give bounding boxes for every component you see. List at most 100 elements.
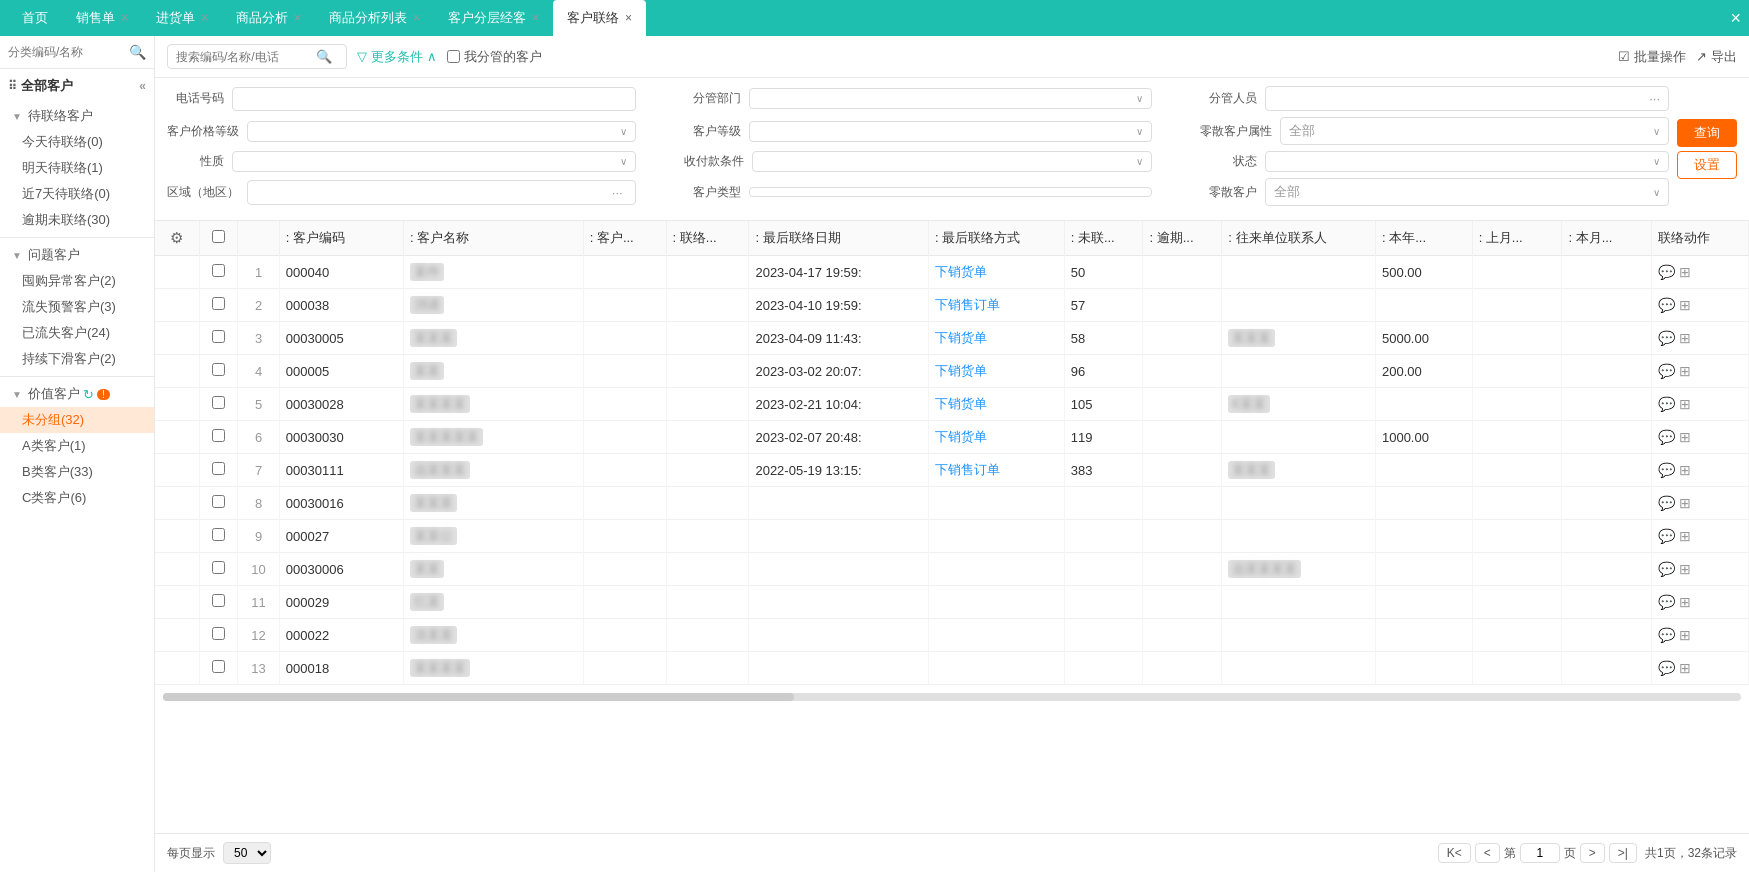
- phone-input[interactable]: [232, 87, 636, 111]
- close-product-analysis[interactable]: ×: [294, 11, 301, 25]
- sidebar-item-abnormal[interactable]: 囤购异常客户(2): [0, 268, 154, 294]
- dept-select[interactable]: ∨: [749, 88, 1153, 109]
- settings-icon[interactable]: ⚙: [170, 229, 183, 246]
- query-button[interactable]: 查询: [1677, 119, 1737, 147]
- tab-product-analysis-list[interactable]: 商品分析列表 ×: [315, 0, 434, 36]
- col-customer-type[interactable]: : 客户...: [583, 221, 666, 256]
- tab-sales-order[interactable]: 销售单 ×: [62, 0, 142, 36]
- status-select[interactable]: ∨: [1265, 151, 1669, 172]
- chat-icon[interactable]: 💬: [1658, 363, 1675, 379]
- tab-home[interactable]: 首页: [8, 0, 62, 36]
- manager-select[interactable]: ···: [1265, 86, 1669, 111]
- problem-customers-header[interactable]: ▼ 问题客户: [0, 242, 154, 268]
- chat-icon[interactable]: 💬: [1658, 495, 1675, 511]
- sidebar-search-input[interactable]: [8, 45, 129, 59]
- col-company-contact[interactable]: : 往来单位联系人: [1222, 221, 1376, 256]
- first-page-btn[interactable]: K<: [1438, 843, 1471, 863]
- sidebar-item-ungroup[interactable]: 未分组(32): [0, 407, 154, 433]
- grid-action-icon[interactable]: ⊞: [1679, 297, 1691, 313]
- payment-select[interactable]: ∨: [752, 151, 1153, 172]
- tab-purchase-order[interactable]: 进货单 ×: [142, 0, 222, 36]
- gender-select[interactable]: ∨: [232, 151, 636, 172]
- chat-icon[interactable]: 💬: [1658, 660, 1675, 676]
- row-checkbox[interactable]: [199, 454, 238, 487]
- col-overdue[interactable]: : 逾期...: [1143, 221, 1222, 256]
- row-checkbox[interactable]: [199, 256, 238, 289]
- tab-customer-segment[interactable]: 客户分层经客 ×: [434, 0, 553, 36]
- grid-action-icon[interactable]: ⊞: [1679, 462, 1691, 478]
- search-input[interactable]: [176, 50, 316, 64]
- next-page-btn[interactable]: >: [1580, 843, 1605, 863]
- sidebar-item-today[interactable]: 今天待联络(0): [0, 129, 154, 155]
- my-customers-check[interactable]: [447, 50, 460, 63]
- close-purchase-order[interactable]: ×: [201, 11, 208, 25]
- grid-action-icon[interactable]: ⊞: [1679, 429, 1691, 445]
- grid-action-icon[interactable]: ⊞: [1679, 627, 1691, 643]
- row-checkbox[interactable]: [199, 388, 238, 421]
- chat-icon[interactable]: 💬: [1658, 528, 1675, 544]
- col-last-method[interactable]: : 最后联络方式: [928, 221, 1064, 256]
- region-select[interactable]: ···: [247, 180, 636, 205]
- sidebar-item-churn-warning[interactable]: 流失预警客户(3): [0, 294, 154, 320]
- select-all-checkbox[interactable]: [212, 230, 225, 243]
- grid-action-icon[interactable]: ⊞: [1679, 363, 1691, 379]
- last-method-link[interactable]: 下销售订单: [935, 297, 1000, 312]
- grid-action-icon[interactable]: ⊞: [1679, 264, 1691, 280]
- prev-page-btn[interactable]: <: [1475, 843, 1500, 863]
- chat-icon[interactable]: 💬: [1658, 264, 1675, 280]
- grid-action-icon[interactable]: ⊞: [1679, 561, 1691, 577]
- col-contact[interactable]: : 联络...: [666, 221, 749, 256]
- close-sales-order[interactable]: ×: [121, 11, 128, 25]
- customer-level-select[interactable]: ∨: [749, 121, 1153, 142]
- all-customers-header[interactable]: ⠿ 全部客户 «: [0, 69, 154, 103]
- chat-icon[interactable]: 💬: [1658, 297, 1675, 313]
- sidebar-item-overdue[interactable]: 逾期未联络(30): [0, 207, 154, 233]
- tab-product-analysis[interactable]: 商品分析 ×: [222, 0, 315, 36]
- row-checkbox[interactable]: [199, 487, 238, 520]
- chat-icon[interactable]: 💬: [1658, 627, 1675, 643]
- grid-action-icon[interactable]: ⊞: [1679, 330, 1691, 346]
- chat-icon[interactable]: 💬: [1658, 561, 1675, 577]
- search-icon[interactable]: 🔍: [316, 49, 332, 64]
- page-input[interactable]: [1520, 843, 1560, 863]
- sidebar-item-a-class[interactable]: A类客户(1): [0, 433, 154, 459]
- last-method-link[interactable]: 下销货单: [935, 363, 987, 378]
- chat-icon[interactable]: 💬: [1658, 330, 1675, 346]
- col-customer-code[interactable]: : 客户编码: [279, 221, 403, 256]
- grid-action-icon[interactable]: ⊞: [1679, 528, 1691, 544]
- scroll-thumb[interactable]: [163, 693, 794, 701]
- refresh-icon[interactable]: ↻: [83, 387, 94, 402]
- close-product-analysis-list[interactable]: ×: [413, 11, 420, 25]
- close-customer-segment[interactable]: ×: [532, 11, 539, 25]
- last-method-link[interactable]: 下销货单: [935, 264, 987, 279]
- chat-icon[interactable]: 💬: [1658, 462, 1675, 478]
- more-conditions-btn[interactable]: ▽ 更多条件 ∧: [357, 48, 437, 66]
- col-last-date[interactable]: : 最后联络日期: [749, 221, 929, 256]
- sidebar-item-churned[interactable]: 已流失客户(24): [0, 320, 154, 346]
- row-checkbox[interactable]: [199, 553, 238, 586]
- search-box[interactable]: 🔍: [167, 44, 347, 69]
- col-no-contact[interactable]: : 未联...: [1064, 221, 1143, 256]
- row-checkbox[interactable]: [199, 289, 238, 322]
- close-app[interactable]: ×: [1730, 8, 1741, 29]
- my-customers-checkbox[interactable]: 我分管的客户: [447, 48, 542, 66]
- row-checkbox[interactable]: [199, 520, 238, 553]
- sidebar-item-b-class[interactable]: B类客户(33): [0, 459, 154, 485]
- customer-type-select[interactable]: [749, 187, 1153, 197]
- sidebar-search-icon[interactable]: 🔍: [129, 44, 146, 60]
- col-settings[interactable]: ⚙: [155, 221, 199, 256]
- pending-contact-header[interactable]: ▼ 待联络客户: [0, 103, 154, 129]
- last-page-btn[interactable]: >|: [1609, 843, 1637, 863]
- last-method-link[interactable]: 下销货单: [935, 330, 987, 345]
- grid-action-icon[interactable]: ⊞: [1679, 594, 1691, 610]
- grid-action-icon[interactable]: ⊞: [1679, 495, 1691, 511]
- row-checkbox[interactable]: [199, 619, 238, 652]
- col-this-year[interactable]: : 本年...: [1375, 221, 1472, 256]
- col-last-month[interactable]: : 上月...: [1472, 221, 1562, 256]
- per-page-select[interactable]: 50: [223, 842, 271, 864]
- row-checkbox[interactable]: [199, 421, 238, 454]
- last-method-link[interactable]: 下销货单: [935, 429, 987, 444]
- chat-icon[interactable]: 💬: [1658, 396, 1675, 412]
- grid-action-icon[interactable]: ⊞: [1679, 396, 1691, 412]
- sidebar-item-declining[interactable]: 持续下滑客户(2): [0, 346, 154, 372]
